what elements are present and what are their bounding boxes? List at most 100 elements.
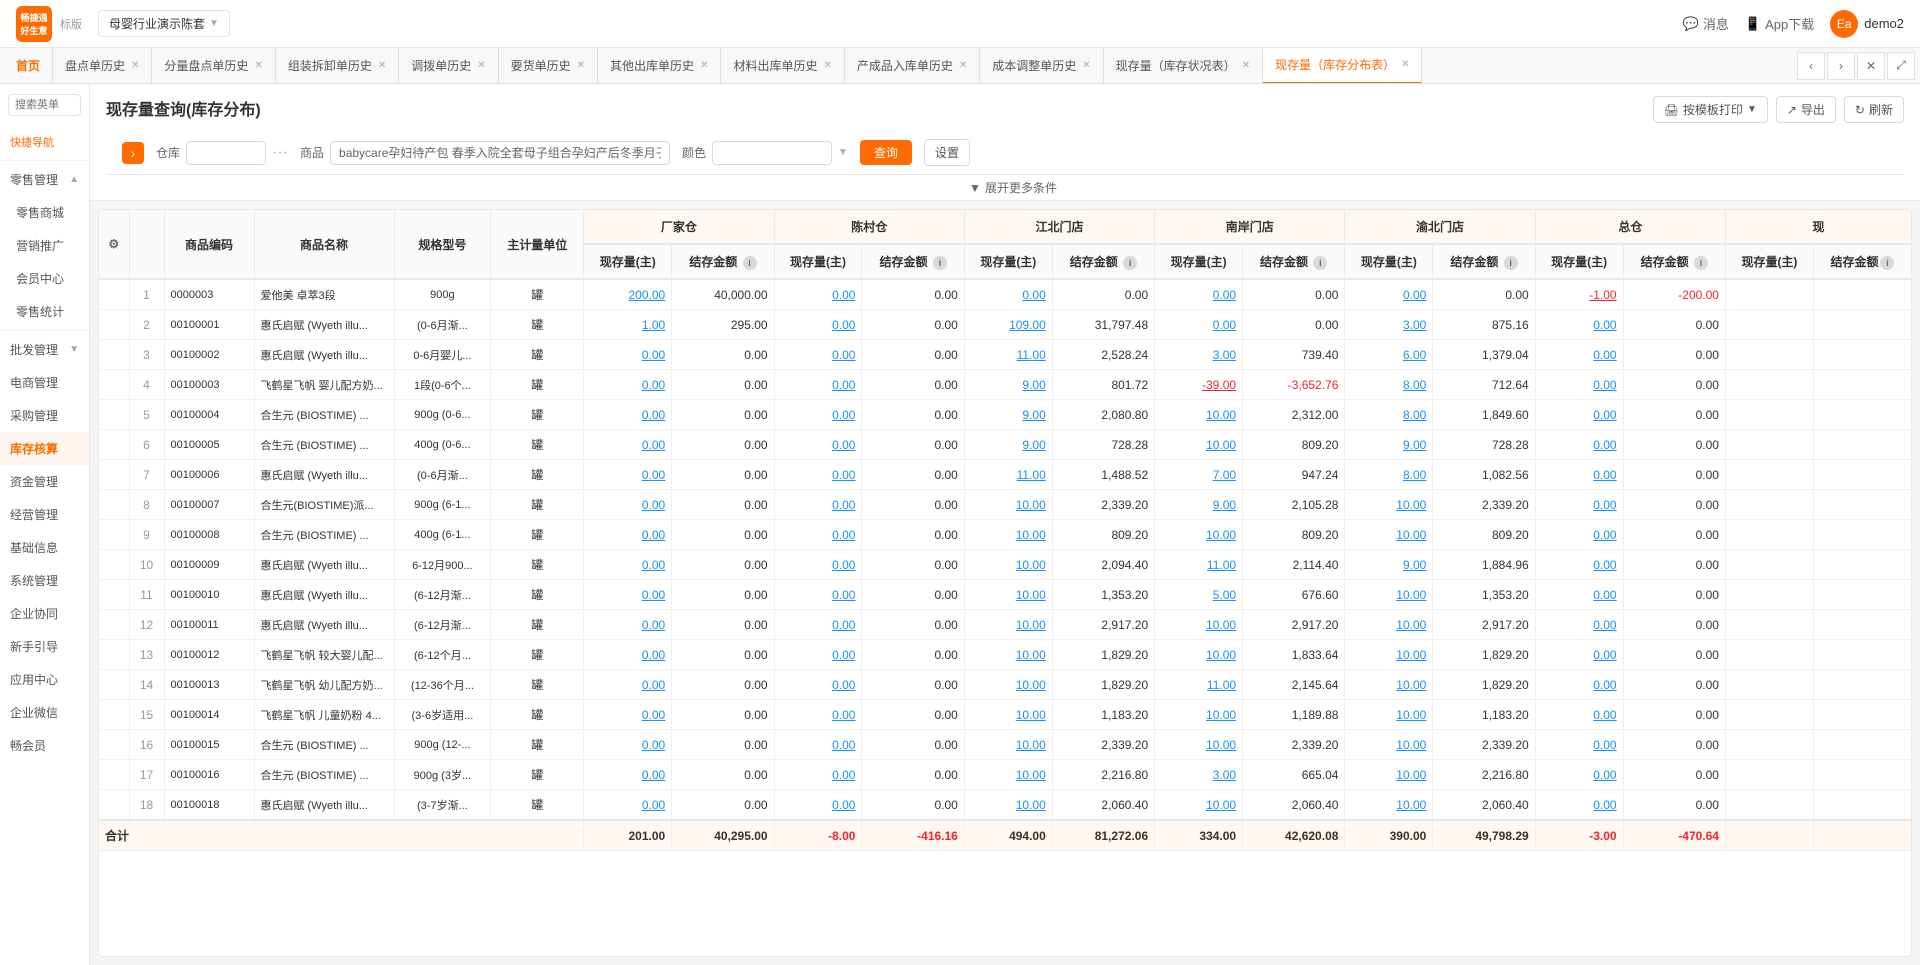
user-area[interactable]: Ea demo2: [1830, 10, 1904, 38]
row-jb-stock[interactable]: 10.00: [964, 670, 1052, 700]
jb-amt-info-icon[interactable]: i: [1123, 256, 1137, 270]
row-yb-stock[interactable]: 10.00: [1345, 730, 1433, 760]
tab-order-close[interactable]: ✕: [577, 60, 585, 71]
row-jb-stock[interactable]: 10.00: [964, 490, 1052, 520]
sidebar-item-member-plus[interactable]: 畅会员: [0, 729, 89, 762]
tab-close-all-button[interactable]: ✕: [1857, 52, 1885, 80]
row-total-stock[interactable]: 0.00: [1535, 400, 1623, 430]
total-amt-info-icon[interactable]: i: [1694, 256, 1708, 270]
row-na-stock[interactable]: 10.00: [1155, 520, 1243, 550]
row-total-stock[interactable]: 0.00: [1535, 430, 1623, 460]
cur-amt-info-icon[interactable]: i: [1880, 256, 1894, 270]
row-jb-stock[interactable]: 10.00: [964, 610, 1052, 640]
row-fac-stock[interactable]: 0.00: [584, 550, 672, 580]
tab-expand-button[interactable]: ⤢: [1887, 52, 1915, 80]
row-chen-stock[interactable]: 0.00: [774, 400, 862, 430]
row-chen-stock[interactable]: 0.00: [774, 520, 862, 550]
row-na-stock[interactable]: 5.00: [1155, 580, 1243, 610]
goods-input[interactable]: [330, 141, 670, 165]
row-fac-stock[interactable]: 0.00: [584, 340, 672, 370]
row-jb-stock[interactable]: 10.00: [964, 730, 1052, 760]
row-jb-stock[interactable]: 9.00: [964, 430, 1052, 460]
sidebar-item-enterprise[interactable]: 企业协同: [0, 597, 89, 630]
tab-cost-adjust[interactable]: 成本调整单历史 ✕: [980, 48, 1103, 84]
tab-stock-status[interactable]: 现存量（库存状况表） ✕: [1104, 48, 1263, 84]
row-jb-stock[interactable]: 10.00: [964, 520, 1052, 550]
row-chen-stock[interactable]: 0.00: [774, 340, 862, 370]
row-fac-stock[interactable]: 0.00: [584, 700, 672, 730]
row-jb-stock[interactable]: 109.00: [964, 310, 1052, 340]
row-total-stock[interactable]: 0.00: [1535, 610, 1623, 640]
row-fac-stock[interactable]: 1.00: [584, 310, 672, 340]
tab-stock-status-close[interactable]: ✕: [1242, 60, 1250, 71]
row-jb-stock[interactable]: 9.00: [964, 370, 1052, 400]
chen-amt-info-icon[interactable]: i: [933, 256, 947, 270]
row-total-stock[interactable]: 0.00: [1535, 790, 1623, 821]
row-chen-stock[interactable]: 0.00: [774, 700, 862, 730]
row-na-stock[interactable]: 10.00: [1155, 700, 1243, 730]
tab-next-button[interactable]: ›: [1827, 52, 1855, 80]
export-button[interactable]: ↗ 导出: [1776, 96, 1836, 123]
sidebar-item-member[interactable]: 会员中心: [0, 262, 89, 295]
tab-other-out-close[interactable]: ✕: [700, 60, 708, 71]
row-total-stock[interactable]: -1.00: [1535, 279, 1623, 310]
sidebar-item-retail-shop[interactable]: 零售商城: [0, 196, 89, 229]
na-amt-info-icon[interactable]: i: [1313, 256, 1327, 270]
expand-button[interactable]: ▼ 展开更多条件: [969, 179, 1057, 196]
sidebar-item-operations[interactable]: 经营管理: [0, 498, 89, 531]
tab-home[interactable]: 首页: [4, 48, 53, 84]
row-fac-stock[interactable]: 200.00: [584, 279, 672, 310]
tab-product-in[interactable]: 产成品入库单历史 ✕: [845, 48, 980, 84]
row-total-stock[interactable]: 0.00: [1535, 340, 1623, 370]
refresh-button[interactable]: ↻ 刷新: [1844, 96, 1904, 123]
row-total-stock[interactable]: 0.00: [1535, 700, 1623, 730]
sidebar-item-app-center[interactable]: 应用中心: [0, 663, 89, 696]
row-na-stock[interactable]: 0.00: [1155, 279, 1243, 310]
sidebar-item-marketing[interactable]: 营销推广: [0, 229, 89, 262]
tab-material-out-close[interactable]: ✕: [823, 60, 831, 71]
gear-icon[interactable]: ⚙: [108, 237, 119, 251]
row-yb-stock[interactable]: 10.00: [1345, 790, 1433, 821]
sidebar-item-new-guide[interactable]: 新手引导: [0, 630, 89, 663]
row-total-stock[interactable]: 0.00: [1535, 760, 1623, 790]
row-fac-stock[interactable]: 0.00: [584, 610, 672, 640]
row-na-stock[interactable]: 0.00: [1155, 310, 1243, 340]
search-input[interactable]: [8, 94, 81, 116]
row-yb-stock[interactable]: 10.00: [1345, 700, 1433, 730]
row-yb-stock[interactable]: 10.00: [1345, 760, 1433, 790]
tab-product-in-close[interactable]: ✕: [959, 60, 967, 71]
row-fac-stock[interactable]: 0.00: [584, 430, 672, 460]
row-jb-stock[interactable]: 10.00: [964, 550, 1052, 580]
org-selector[interactable]: 母婴行业演示陈套 ▼: [98, 10, 230, 37]
row-total-stock[interactable]: 0.00: [1535, 490, 1623, 520]
row-yb-stock[interactable]: 8.00: [1345, 400, 1433, 430]
sidebar-item-nav[interactable]: 快捷导航: [0, 126, 89, 158]
row-na-stock[interactable]: 10.00: [1155, 730, 1243, 760]
row-na-stock[interactable]: 11.00: [1155, 670, 1243, 700]
sidebar-item-ecommerce[interactable]: 电商管理: [0, 366, 89, 399]
row-na-stock[interactable]: -39.00: [1155, 370, 1243, 400]
row-yb-stock[interactable]: 10.00: [1345, 640, 1433, 670]
tab-material-out[interactable]: 材料出库单历史 ✕: [721, 48, 844, 84]
row-na-stock[interactable]: 10.00: [1155, 790, 1243, 821]
row-chen-stock[interactable]: 0.00: [774, 550, 862, 580]
row-fac-stock[interactable]: 0.00: [584, 790, 672, 821]
row-total-stock[interactable]: 0.00: [1535, 460, 1623, 490]
row-yb-stock[interactable]: 8.00: [1345, 460, 1433, 490]
yb-amt-info-icon[interactable]: i: [1504, 256, 1518, 270]
row-jb-stock[interactable]: 10.00: [964, 700, 1052, 730]
row-na-stock[interactable]: 10.00: [1155, 430, 1243, 460]
row-fac-stock[interactable]: 0.00: [584, 670, 672, 700]
row-yb-stock[interactable]: 0.00: [1345, 279, 1433, 310]
row-na-stock[interactable]: 7.00: [1155, 460, 1243, 490]
sidebar-item-finance[interactable]: 资金管理: [0, 465, 89, 498]
row-fac-stock[interactable]: 0.00: [584, 490, 672, 520]
row-jb-stock[interactable]: 10.00: [964, 760, 1052, 790]
tab-cost-adjust-close[interactable]: ✕: [1082, 60, 1090, 71]
row-total-stock[interactable]: 0.00: [1535, 370, 1623, 400]
row-yb-stock[interactable]: 10.00: [1345, 610, 1433, 640]
row-fac-stock[interactable]: 0.00: [584, 400, 672, 430]
row-na-stock[interactable]: 10.00: [1155, 400, 1243, 430]
row-fac-stock[interactable]: 0.00: [584, 580, 672, 610]
row-yb-stock[interactable]: 9.00: [1345, 430, 1433, 460]
